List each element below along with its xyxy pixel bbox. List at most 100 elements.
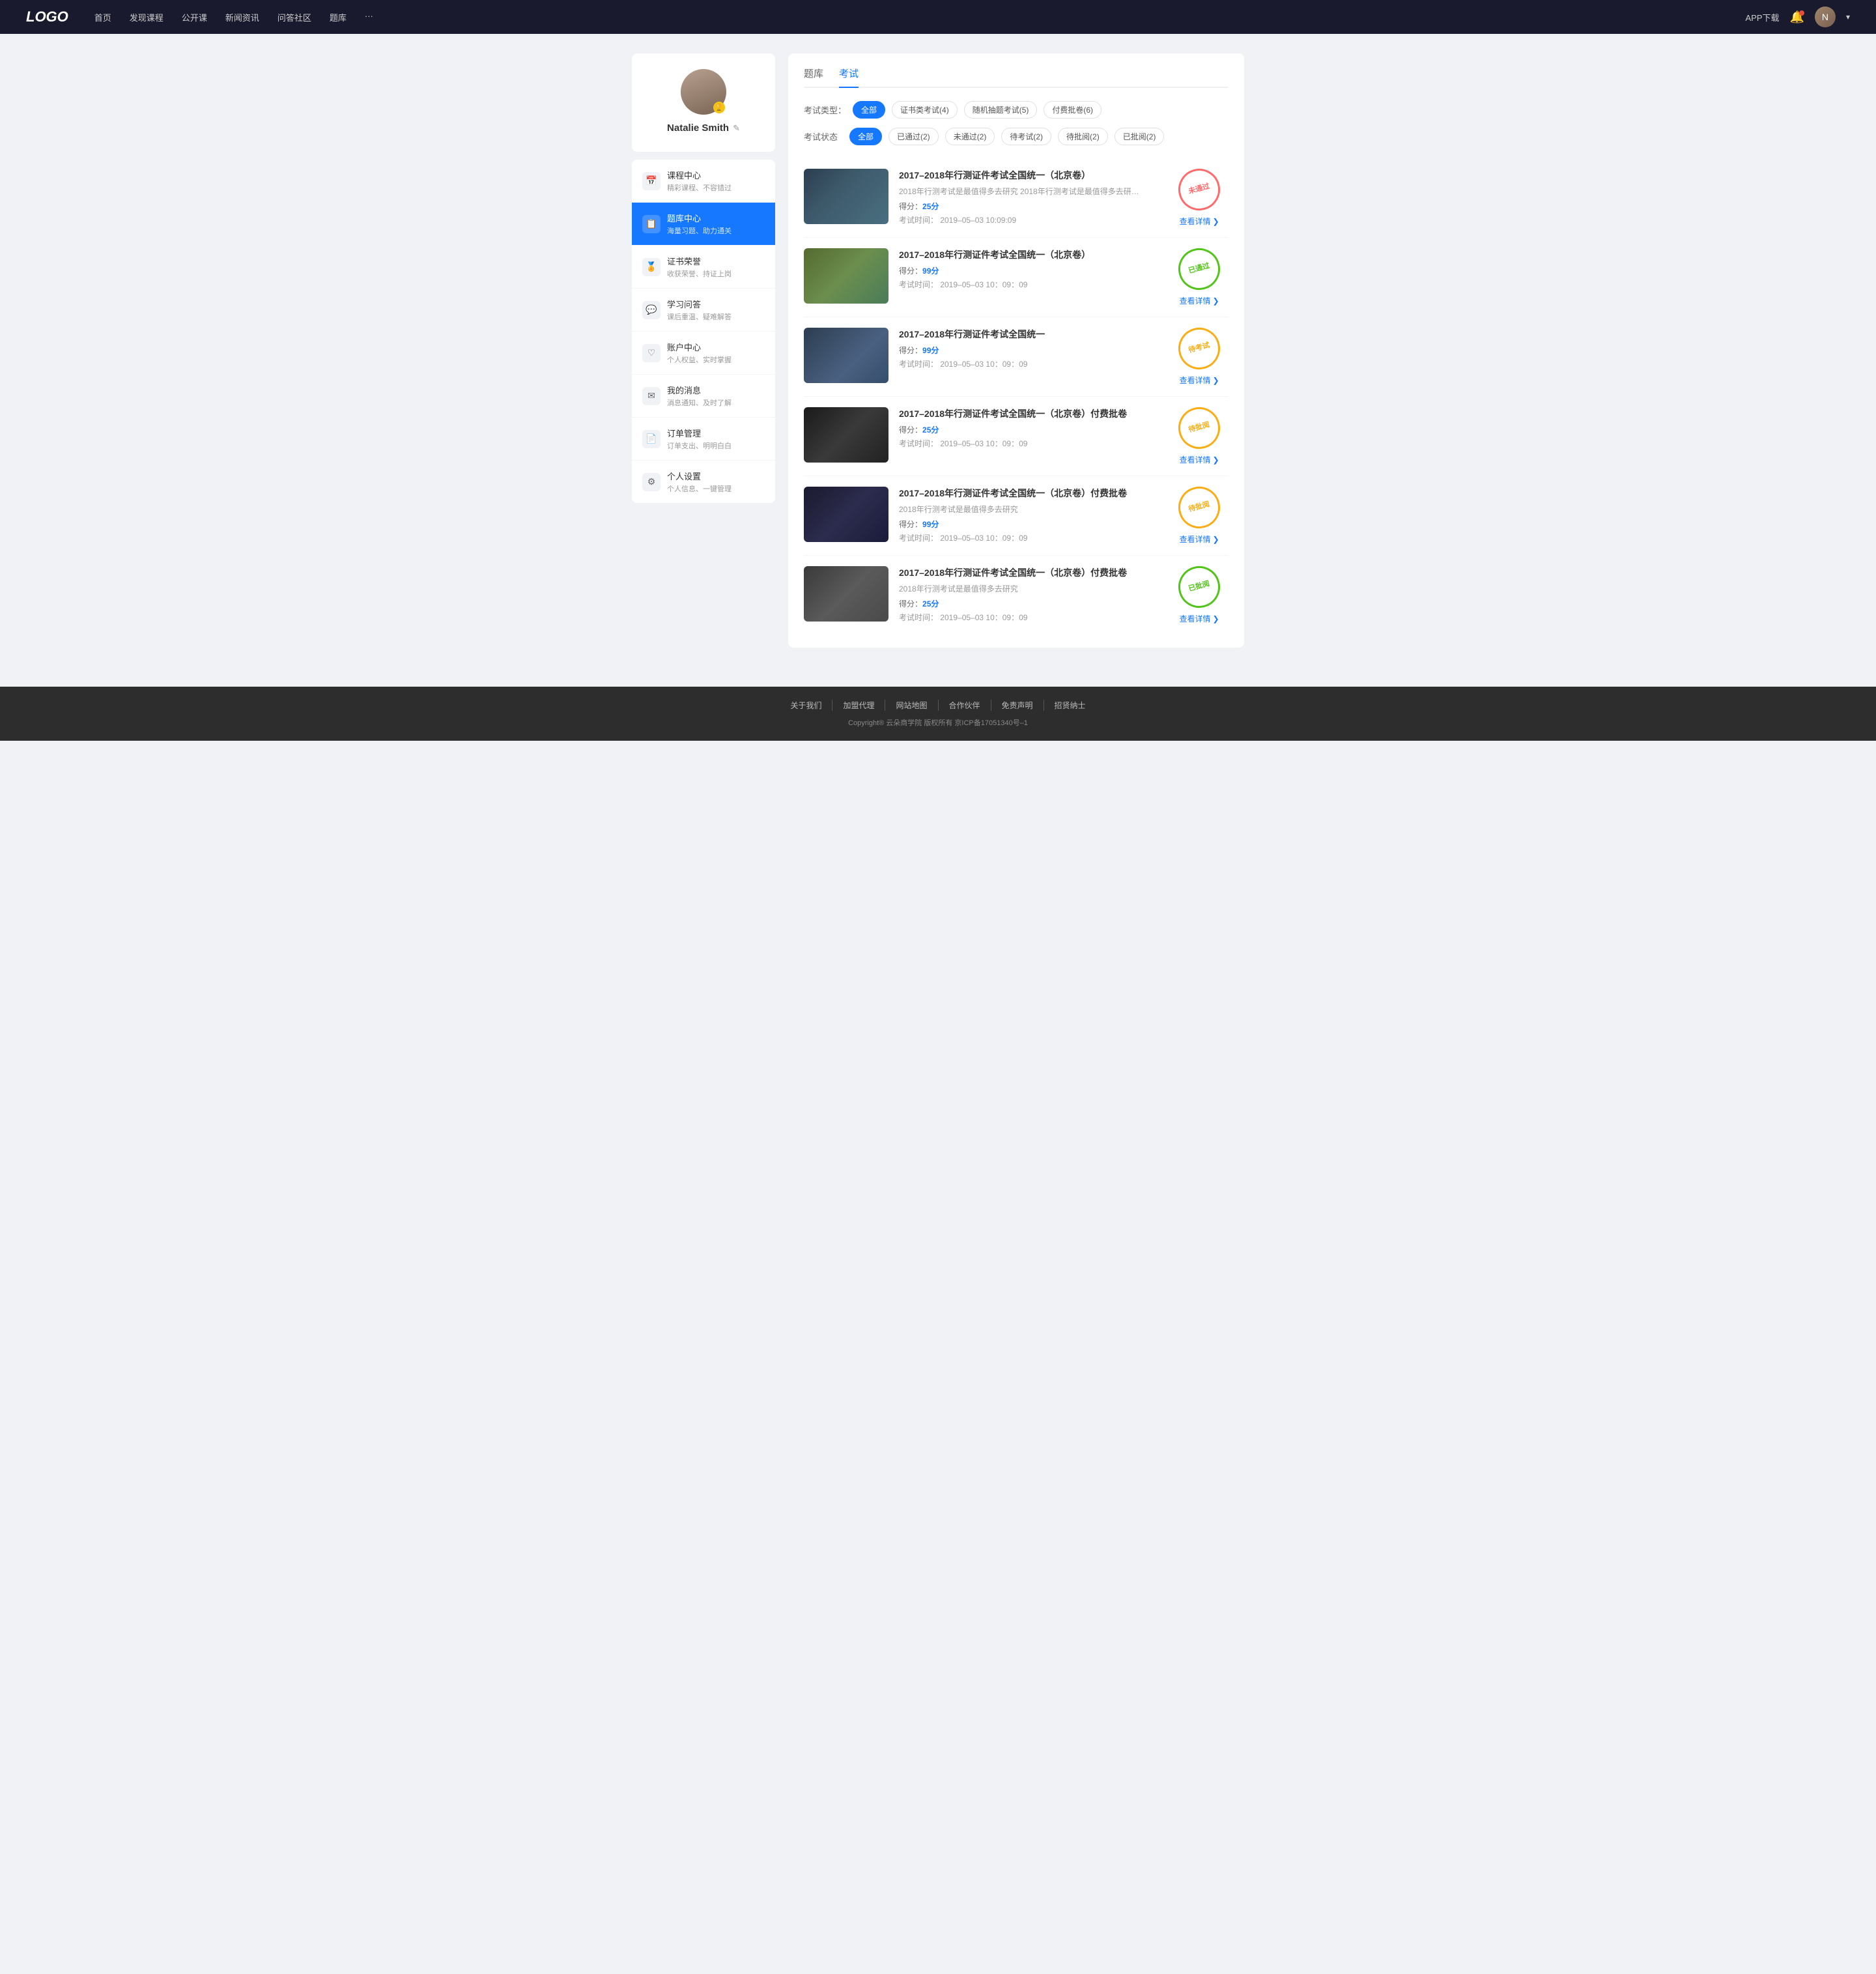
sidebar-item-cert[interactable]: 🏅 证书荣誉 收获荣誉、持证上岗 (632, 246, 775, 289)
sidebar-item-qa[interactable]: 💬 学习问答 课后重温、疑难解答 (632, 289, 775, 332)
header: LOGO 首页 发现课程 公开课 新闻资讯 问答社区 题库 ··· APP下载 🔔 N ▾ (0, 0, 1876, 34)
account-text: 账户中心 个人权益、实时掌握 (667, 341, 765, 365)
exam-title-2: 2017–2018年行测证件考试全国统一 (899, 328, 1159, 341)
order-text: 订单管理 订单支出、明明白白 (667, 427, 765, 451)
exam-detail-link-5[interactable]: 查看详情 ❯ (1179, 613, 1219, 624)
footer-link-2[interactable]: 网站地图 (885, 700, 938, 711)
sidebar-item-order[interactable]: 📄 订单管理 订单支出、明明白白 (632, 418, 775, 461)
filter-status-label: 考试状态 (804, 130, 843, 143)
exam-item-4: 2017–2018年行测证件考试全国统一（北京卷）付费批卷 2018年行测考试是… (804, 476, 1229, 556)
tab-考试[interactable]: 考试 (839, 66, 859, 88)
exam-thumb-1 (804, 248, 888, 304)
cert-sub: 收获荣誉、持证上岗 (667, 268, 765, 279)
exam-score-val-5: 25分 (922, 599, 939, 608)
message-label: 我的消息 (667, 384, 765, 396)
chevron-right-icon: ❯ (1212, 376, 1219, 385)
filter-status-btn-已通过(2)[interactable]: 已通过(2) (888, 128, 939, 145)
footer-link-0[interactable]: 关于我们 (780, 700, 832, 711)
footer-link-3[interactable]: 合作伙伴 (939, 700, 991, 711)
exam-info-5: 2017–2018年行测证件考试全国统一（北京卷）付费批卷 2018年行测考试是… (899, 566, 1159, 623)
exam-action-4: 待批阅 查看详情 ❯ (1170, 487, 1229, 545)
sidebar-item-course[interactable]: 📅 课程中心 精彩课程、不容错过 (632, 160, 775, 203)
exam-stamp-4: 待批阅 (1174, 482, 1225, 533)
exam-action-3: 待批阅 查看详情 ❯ (1170, 407, 1229, 465)
footer-links: 关于我们加盟代理网站地图合作伙伴免责声明招贤纳士 (0, 700, 1876, 711)
chevron-right-icon: ❯ (1212, 455, 1219, 465)
nav-item-···[interactable]: ··· (365, 11, 373, 23)
chevron-right-icon: ❯ (1212, 296, 1219, 306)
sidebar-name-row: Natalie Smith ✎ (642, 122, 765, 134)
qa-label: 学习问答 (667, 298, 765, 310)
exam-time-5: 考试时间： 2019–05–03 10：09：09 (899, 612, 1159, 623)
exam-detail-link-0[interactable]: 查看详情 ❯ (1179, 216, 1219, 227)
exam-info-3: 2017–2018年行测证件考试全国统一（北京卷）付费批卷 得分：25分 考试时… (899, 407, 1159, 449)
nav-item-新闻资讯[interactable]: 新闻资讯 (225, 11, 259, 23)
exam-item-3: 2017–2018年行测证件考试全国统一（北京卷）付费批卷 得分：25分 考试时… (804, 397, 1229, 476)
exam-detail-link-3[interactable]: 查看详情 ❯ (1179, 454, 1219, 465)
exam-thumb-0 (804, 169, 888, 224)
exam-detail-link-4[interactable]: 查看详情 ❯ (1179, 534, 1219, 545)
filter-type-btn-全部[interactable]: 全部 (853, 101, 885, 119)
exam-score-5: 得分：25分 (899, 598, 1159, 609)
filter-type-btn-随机抽题考试(5)[interactable]: 随机抽题考试(5) (964, 101, 1038, 119)
notification-bell[interactable]: 🔔 (1790, 10, 1804, 24)
exam-action-0: 未通过 查看详情 ❯ (1170, 169, 1229, 227)
edit-profile-icon[interactable]: ✎ (733, 123, 740, 134)
settings-icon: ⚙ (642, 473, 661, 491)
filter-status-btn-待考试(2)[interactable]: 待考试(2) (1001, 128, 1051, 145)
filter-type-row: 考试类型： 全部证书类考试(4)随机抽题考试(5)付费批卷(6) (804, 101, 1229, 119)
footer-link-1[interactable]: 加盟代理 (832, 700, 885, 711)
chevron-right-icon: ❯ (1212, 614, 1219, 623)
exam-title-4: 2017–2018年行测证件考试全国统一（北京卷）付费批卷 (899, 487, 1159, 500)
sidebar-item-settings[interactable]: ⚙ 个人设置 个人信息、一键管理 (632, 461, 775, 503)
filter-type-btn-证书类考试(4)[interactable]: 证书类考试(4) (892, 101, 958, 119)
sidebar-item-account[interactable]: ♡ 账户中心 个人权益、实时掌握 (632, 332, 775, 375)
exam-info-4: 2017–2018年行测证件考试全国统一（北京卷）付费批卷 2018年行测考试是… (899, 487, 1159, 543)
exam-stamp-2: 待考试 (1174, 323, 1225, 374)
sidebar-profile: 🏆 Natalie Smith ✎ (632, 53, 775, 152)
filter-type-btn-付费批卷(6)[interactable]: 付费批卷(6) (1044, 101, 1101, 119)
nav-item-题库[interactable]: 题库 (330, 11, 347, 23)
exam-time-4: 考试时间： 2019–05–03 10：09：09 (899, 532, 1159, 543)
chevron-down-icon[interactable]: ▾ (1846, 12, 1850, 21)
exam-info-1: 2017–2018年行测证件考试全国统一（北京卷） 得分：99分 考试时间： 2… (899, 248, 1159, 290)
exam-score-0: 得分：25分 (899, 201, 1159, 212)
sidebar: 🏆 Natalie Smith ✎ 📅 课程中心 精彩课程、不容错过 📋 题库中… (632, 53, 775, 648)
sidebar-trophy-badge: 🏆 (713, 102, 725, 113)
app-download-link[interactable]: APP下载 (1746, 11, 1780, 23)
course-label: 课程中心 (667, 169, 765, 181)
exam-title-5: 2017–2018年行测证件考试全国统一（北京卷）付费批卷 (899, 566, 1159, 579)
exam-time-3: 考试时间： 2019–05–03 10：09：09 (899, 438, 1159, 449)
course-icon: 📅 (642, 172, 661, 190)
exam-detail-link-1[interactable]: 查看详情 ❯ (1179, 295, 1219, 306)
nav-item-问答社区[interactable]: 问答社区 (277, 11, 311, 23)
sidebar-item-question[interactable]: 📋 题库中心 海量习题、助力通关 (632, 203, 775, 246)
nav-item-发现课程[interactable]: 发现课程 (130, 11, 163, 23)
account-label: 账户中心 (667, 341, 765, 353)
chevron-right-icon: ❯ (1212, 217, 1219, 226)
main-container: 🏆 Natalie Smith ✎ 📅 课程中心 精彩课程、不容错过 📋 题库中… (619, 34, 1257, 667)
footer-link-4[interactable]: 免责声明 (991, 700, 1044, 711)
filter-status-btn-已批阅(2)[interactable]: 已批阅(2) (1115, 128, 1165, 145)
exam-score-val-3: 25分 (922, 425, 939, 435)
exam-thumb-4 (804, 487, 888, 542)
avatar[interactable]: N (1815, 7, 1836, 27)
nav-item-公开课[interactable]: 公开课 (182, 11, 207, 23)
settings-label: 个人设置 (667, 470, 765, 482)
exam-detail-link-2[interactable]: 查看详情 ❯ (1179, 375, 1219, 386)
notification-dot (1799, 10, 1804, 16)
filter-status-btn-待批阅(2)[interactable]: 待批阅(2) (1058, 128, 1108, 145)
nav-item-首页[interactable]: 首页 (94, 11, 111, 23)
exam-desc-5: 2018年行测考试是最值得多去研究 (899, 583, 1146, 594)
sidebar-item-message[interactable]: ✉ 我的消息 消息通知、及时了解 (632, 375, 775, 418)
logo[interactable]: LOGO (26, 8, 68, 25)
tab-题库[interactable]: 题库 (804, 66, 823, 88)
footer-link-5[interactable]: 招贤纳士 (1044, 700, 1096, 711)
filter-status-btn-未通过(2)[interactable]: 未通过(2) (945, 128, 995, 145)
exam-stamp-5: 已批阅 (1174, 562, 1225, 612)
header-right: APP下载 🔔 N ▾ (1746, 7, 1850, 27)
filter-status-btn-全部[interactable]: 全部 (849, 128, 882, 145)
exam-item-2: 2017–2018年行测证件考试全国统一 得分：99分 考试时间： 2019–0… (804, 317, 1229, 397)
exam-title-1: 2017–2018年行测证件考试全国统一（北京卷） (899, 248, 1159, 261)
main-nav: 首页 发现课程 公开课 新闻资讯 问答社区 题库 ··· (94, 11, 1746, 23)
